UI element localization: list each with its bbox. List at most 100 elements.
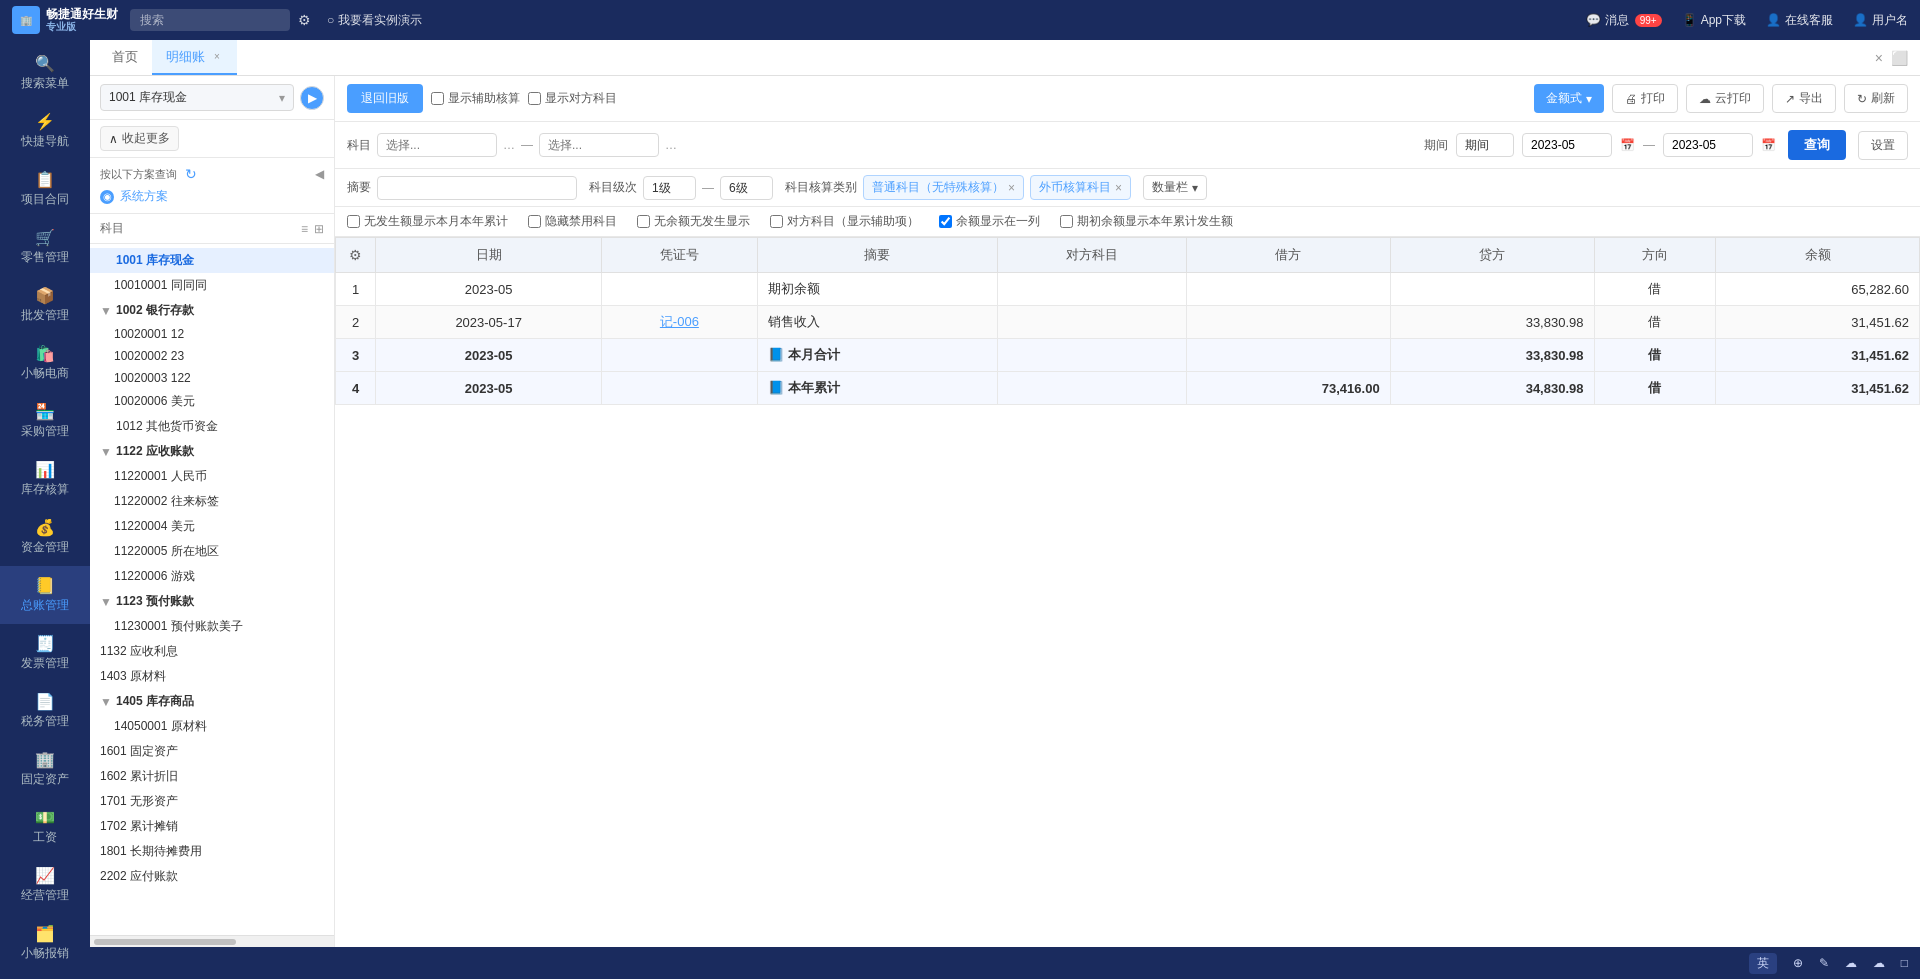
tree-item-2202[interactable]: 2202 应付账款 <box>90 864 334 889</box>
tree-item-10020003[interactable]: 10020003 122 <box>90 367 334 389</box>
tree-item-1701[interactable]: 1701 无形资产 <box>90 789 334 814</box>
tree-scrollbar[interactable] <box>90 935 334 947</box>
no-balance-checkbox[interactable] <box>347 215 360 228</box>
sidebar-item-quick-nav[interactable]: ⚡ 快捷导航 <box>0 102 90 160</box>
tree-item-1801[interactable]: 1801 长期待摊费用 <box>90 839 334 864</box>
sidebar-item-basic-info[interactable]: ℹ️ 基础信息 <box>0 972 90 979</box>
tree-item-11220001[interactable]: 11220001 人民币 <box>90 464 334 489</box>
tree-item-11220004[interactable]: 11220004 美元 <box>90 514 334 539</box>
show-begin-balance-checkbox[interactable] <box>1060 215 1073 228</box>
refresh-icon[interactable]: ↻ <box>185 166 197 182</box>
summary-input[interactable] <box>377 176 577 200</box>
tree-item-1123[interactable]: ▼ 1123 预付账款 <box>90 589 334 614</box>
period-end-input[interactable] <box>1663 133 1753 157</box>
tab-close-btn[interactable]: × <box>211 50 223 63</box>
tree-item-10020002[interactable]: 10020002 23 <box>90 345 334 367</box>
cloud-print-btn[interactable]: ☁ 云打印 <box>1686 84 1764 113</box>
account-nav-btn[interactable]: ▶ <box>300 86 324 110</box>
refresh-btn[interactable]: ↻ 刷新 <box>1844 84 1908 113</box>
sidebar-item-retail[interactable]: 🛒 零售管理 <box>0 218 90 276</box>
show-contra-checkbox[interactable] <box>528 92 541 105</box>
sidebar-item-salary[interactable]: 💵 工资 <box>0 798 90 856</box>
tree-item-11220002[interactable]: 11220002 往来标签 <box>90 489 334 514</box>
category-tag-close-2[interactable]: × <box>1115 181 1122 195</box>
status-add-icon[interactable]: ⊕ <box>1793 956 1803 970</box>
tree-item-10020001[interactable]: 10020001 12 <box>90 323 334 345</box>
sidebar-item-finance[interactable]: 💰 资金管理 <box>0 508 90 566</box>
tree-item-1122[interactable]: ▼ 1122 应收账款 <box>90 439 334 464</box>
subject-input[interactable] <box>377 133 497 157</box>
sidebar-item-project[interactable]: 📋 项目合同 <box>0 160 90 218</box>
sidebar-item-accounting[interactable]: 📒 总账管理 <box>0 566 90 624</box>
show-aux-checkbox-label[interactable]: 显示辅助核算 <box>431 90 520 107</box>
settings-btn[interactable]: 设置 <box>1858 131 1908 160</box>
level-end-select[interactable]: 6级 5级 <box>720 176 773 200</box>
tab-close-icon[interactable]: × <box>1875 50 1883 66</box>
tree-item-11230001[interactable]: 11230001 预付账款美子 <box>90 614 334 639</box>
category-tag-close-1[interactable]: × <box>1008 181 1015 195</box>
status-cloud-icon-1[interactable]: ☁ <box>1845 956 1857 970</box>
no-balance-checkbox-label[interactable]: 无发生额显示本月本年累计 <box>347 213 508 230</box>
period-start-input[interactable] <box>1522 133 1612 157</box>
message-btn[interactable]: 💬 消息 99+ <box>1586 12 1662 29</box>
tree-item-1702[interactable]: 1702 累计摊销 <box>90 814 334 839</box>
show-aux-checkbox[interactable] <box>431 92 444 105</box>
no-balance-show-checkbox[interactable] <box>637 215 650 228</box>
tree-sort-icon[interactable]: ⊞ <box>314 222 324 236</box>
tab-detail[interactable]: 明细账 × <box>152 40 237 75</box>
print-btn[interactable]: 🖨 打印 <box>1612 84 1678 113</box>
quantity-dropdown[interactable]: 数量栏 ▾ <box>1143 175 1207 200</box>
sidebar-item-tax[interactable]: 📄 税务管理 <box>0 682 90 740</box>
export-btn[interactable]: ↗ 导出 <box>1772 84 1836 113</box>
voucher-link[interactable]: 记-006 <box>660 314 699 329</box>
return-old-btn[interactable]: 退回旧版 <box>347 84 423 113</box>
tab-home[interactable]: 首页 <box>98 40 152 75</box>
app-download-btn[interactable]: 📱 App下载 <box>1682 12 1746 29</box>
show-balance-col-checkbox[interactable] <box>939 215 952 228</box>
sidebar-item-purchase[interactable]: 🏪 采购管理 <box>0 392 90 450</box>
query-btn[interactable]: 查询 <box>1788 130 1846 160</box>
sidebar-item-invoice[interactable]: 🧾 发票管理 <box>0 624 90 682</box>
show-contra-detail-checkbox[interactable] <box>770 215 783 228</box>
tree-item-1405[interactable]: ▼ 1405 库存商品 <box>90 689 334 714</box>
tree-item-1602[interactable]: 1602 累计折旧 <box>90 764 334 789</box>
sidebar-item-search[interactable]: 🔍 搜索菜单 <box>0 44 90 102</box>
subject-end-input[interactable] <box>539 133 659 157</box>
status-edit-icon[interactable]: ✎ <box>1819 956 1829 970</box>
top-search-input[interactable] <box>130 9 290 31</box>
tree-list-icon[interactable]: ≡ <box>301 222 308 236</box>
sidebar-item-fixed-assets[interactable]: 🏢 固定资产 <box>0 740 90 798</box>
sidebar-item-operations[interactable]: 📈 经营管理 <box>0 856 90 914</box>
tree-item-1001[interactable]: 1001 库存现金 <box>90 248 334 273</box>
tree-item-1132[interactable]: 1132 应收利息 <box>90 639 334 664</box>
status-window-icon[interactable]: □ <box>1901 956 1908 970</box>
tree-item-1012[interactable]: 1012 其他货币资金 <box>90 414 334 439</box>
style-dropdown-btn[interactable]: 金额式 ▾ <box>1534 84 1604 113</box>
status-translate-btn[interactable]: 英 <box>1749 953 1777 974</box>
table-gear-icon[interactable]: ⚙ <box>346 247 365 263</box>
tree-item-1002[interactable]: ▼ 1002 银行存款 <box>90 298 334 323</box>
tab-maximize-icon[interactable]: ⬜ <box>1891 50 1908 66</box>
tree-item-10020006[interactable]: 10020006 美元 <box>90 389 334 414</box>
show-contra-detail-checkbox-label[interactable]: 对方科目（显示辅助项） <box>770 213 919 230</box>
status-cloud-icon-2[interactable]: ☁ <box>1873 956 1885 970</box>
sidebar-item-wholesale[interactable]: 📦 批发管理 <box>0 276 90 334</box>
period-type-select[interactable]: 期间 月份 <box>1456 133 1514 157</box>
tree-item-11220006[interactable]: 11220006 游戏 <box>90 564 334 589</box>
sidebar-item-report[interactable]: 🗂️ 小畅报销 <box>0 914 90 972</box>
tree-item-14050001[interactable]: 14050001 原材料 <box>90 714 334 739</box>
sidebar-item-mini-shop[interactable]: 🛍️ 小畅电商 <box>0 334 90 392</box>
collapse-icon[interactable]: ◀ <box>315 167 324 181</box>
level-start-select[interactable]: 1级 2级 <box>643 176 696 200</box>
user-menu-btn[interactable]: 👤 用户名 <box>1853 12 1908 29</box>
settings-icon[interactable]: ⚙ <box>298 12 311 28</box>
show-balance-col-checkbox-label[interactable]: 余额显示在一列 <box>939 213 1040 230</box>
period-calendar-end-icon[interactable]: 📅 <box>1761 138 1776 152</box>
tree-item-1403[interactable]: 1403 原材料 <box>90 664 334 689</box>
no-balance-show-checkbox-label[interactable]: 无余额无发生显示 <box>637 213 750 230</box>
hide-disabled-checkbox-label[interactable]: 隐藏禁用科目 <box>528 213 617 230</box>
show-begin-balance-checkbox-label[interactable]: 期初余额显示本年累计发生额 <box>1060 213 1233 230</box>
tree-item-11220005[interactable]: 11220005 所在地区 <box>90 539 334 564</box>
demo-link[interactable]: ○ 我要看实例演示 <box>327 12 422 29</box>
tree-item-10010001[interactable]: 10010001 同同同 <box>90 273 334 298</box>
